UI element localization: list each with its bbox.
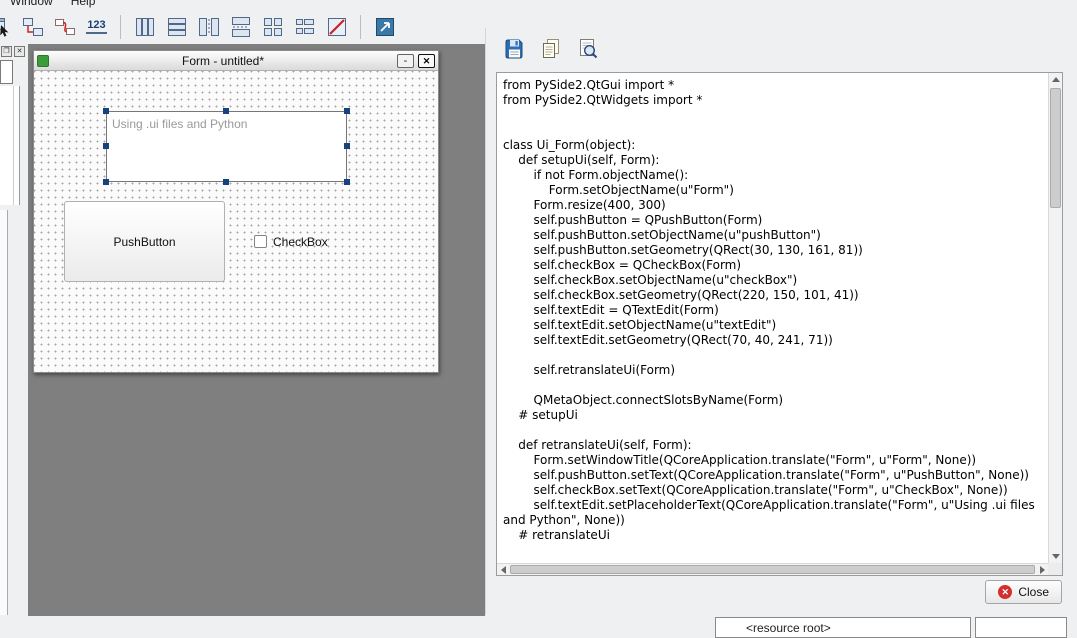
layout-grid-icon[interactable] <box>259 13 286 40</box>
resource-browser-fragment: <resource root> <box>715 617 971 638</box>
menu-item-help[interactable]: Help <box>71 0 96 8</box>
layout-horizontal-icon[interactable] <box>131 13 158 40</box>
save-icon[interactable] <box>500 34 528 64</box>
textedit-widget[interactable]: Using .ui files and Python <box>106 111 347 182</box>
code-preview-dialog: from PySide2.QtGui import * from PySide2… <box>485 28 1072 615</box>
edit-widgets-icon[interactable] <box>0 13 14 40</box>
find-icon[interactable] <box>574 34 602 64</box>
form-file-icon <box>37 55 49 67</box>
menu-item-window[interactable]: Window <box>10 0 53 8</box>
scroll-up-icon[interactable] <box>1049 73 1062 86</box>
form-canvas[interactable]: Using .ui files and Python PushButton Ch… <box>34 71 438 372</box>
dock-close-icon[interactable]: ✕ <box>14 46 25 57</box>
edit-buddies-icon[interactable] <box>51 13 78 40</box>
layout-form-icon[interactable] <box>291 13 318 40</box>
close-circle-icon: ✕ <box>998 585 1012 599</box>
dialog-toolbar <box>500 34 602 64</box>
code-text[interactable]: from PySide2.QtGui import * from PySide2… <box>497 73 1048 563</box>
edit-tab-order-icon[interactable]: 123 <box>83 13 110 40</box>
layout-vertical-icon[interactable] <box>163 13 190 40</box>
layout-horizontal-splitter-icon[interactable] <box>195 13 222 40</box>
close-button[interactable]: ✕ <box>418 54 435 68</box>
minimize-button[interactable]: - <box>397 54 414 68</box>
toolbar-separator <box>120 15 121 39</box>
horizontal-scrollbar[interactable] <box>497 563 1048 575</box>
layout-vertical-splitter-icon[interactable] <box>227 13 254 40</box>
resource-root-item[interactable]: <resource root> <box>716 618 970 635</box>
selection-handle[interactable] <box>223 108 229 114</box>
scroll-left-icon[interactable] <box>497 564 509 575</box>
close-button-label: Close <box>1018 585 1049 599</box>
break-layout-icon[interactable] <box>323 13 350 40</box>
menu-bar: Window Help <box>0 0 1077 9</box>
selection-handle[interactable] <box>344 108 350 114</box>
selection-handle[interactable] <box>223 179 229 185</box>
checkbox-indicator[interactable] <box>254 235 267 248</box>
widgetbox-filter-input[interactable] <box>0 60 13 84</box>
selection-handle[interactable] <box>103 143 109 149</box>
scroll-down-icon[interactable] <box>1049 550 1062 563</box>
horizontal-scrollbar-thumb[interactable] <box>510 565 1035 574</box>
mdi-area: Form - untitled* - ✕ Using .ui files and… <box>28 44 485 616</box>
pushbutton-widget[interactable]: PushButton <box>64 201 225 282</box>
adjust-size-icon[interactable] <box>371 13 398 40</box>
checkbox-widget[interactable]: CheckBox <box>254 221 355 262</box>
form-designer-window: Form - untitled* - ✕ Using .ui files and… <box>33 50 439 373</box>
selection-handle[interactable] <box>103 179 109 185</box>
scroll-right-icon[interactable] <box>1036 564 1048 575</box>
dock-float-icon[interactable]: ❐ <box>1 46 12 57</box>
dialog-close-button[interactable]: ✕ Close <box>985 580 1062 604</box>
toolbar-separator <box>360 15 361 39</box>
selection-handle[interactable] <box>344 143 350 149</box>
form-window-title: Form - untitled* <box>53 54 393 68</box>
edit-signals-slots-icon[interactable] <box>19 13 46 40</box>
selection-handle[interactable] <box>103 108 109 114</box>
checkbox-label: CheckBox <box>273 235 328 249</box>
main-toolbar: 123 <box>0 9 398 44</box>
vertical-scrollbar[interactable] <box>1048 73 1062 563</box>
widgetbox-panel-fragment <box>0 86 20 205</box>
textedit-placeholder: Using .ui files and Python <box>112 117 247 131</box>
code-editor[interactable]: from PySide2.QtGui import * from PySide2… <box>496 72 1063 576</box>
selection-handle[interactable] <box>344 179 350 185</box>
vertical-scrollbar-thumb[interactable] <box>1050 88 1061 208</box>
left-panel-fragment <box>0 210 8 615</box>
resource-panel-fragment <box>975 617 1067 638</box>
copy-icon[interactable] <box>537 34 565 64</box>
left-dock-titlebar: ❐ ✕ <box>1 46 25 57</box>
scrollbar-corner <box>1048 563 1062 575</box>
form-window-titlebar[interactable]: Form - untitled* - ✕ <box>34 51 438 71</box>
